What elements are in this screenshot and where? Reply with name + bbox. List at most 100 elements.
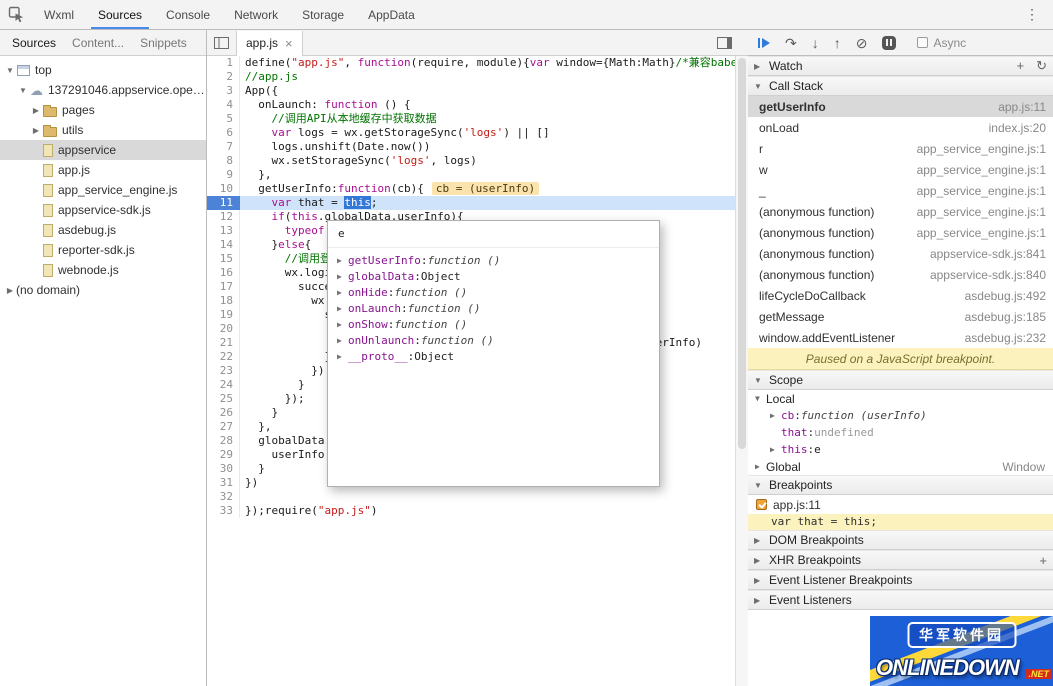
step-out-button[interactable]: ↑ [834,36,841,50]
breakpoint-checkbox[interactable] [756,499,767,510]
call-stack-header[interactable]: ▼ Call Stack [748,76,1053,96]
navigator-overflow-icon[interactable]: ⋮ [195,35,207,51]
line-number[interactable]: 31 [207,476,240,490]
breakpoint-source-line[interactable]: var that = this; [748,514,1053,530]
tab-wxml[interactable]: Wxml [32,0,86,29]
line-number[interactable]: 24 [207,378,240,392]
call-stack-frame[interactable]: (anonymous function)app_service_engine.j… [748,222,1053,243]
tab-network[interactable]: Network [222,0,290,29]
code-line[interactable]: 6 var logs = wx.getStorageSync('logs') |… [207,126,735,140]
code-line[interactable]: 5 //调用API从本地缓存中获取数据 [207,112,735,126]
tree-item[interactable]: webnode.js [0,260,206,280]
editor-tab-appjs[interactable]: app.js × [236,31,303,56]
line-number[interactable]: 18 [207,294,240,308]
code-line[interactable]: 1define("app.js", function(require, modu… [207,56,735,70]
add-watch-icon[interactable]: + [1017,58,1025,74]
scope-header[interactable]: ▼ Scope [748,370,1053,390]
scope-variable[interactable]: ▶cb: function (userInfo) [748,407,1053,424]
left-tab-content[interactable]: Content... [64,36,132,50]
line-number[interactable]: 29 [207,448,240,462]
call-stack-frame[interactable]: _app_service_engine.js:1 [748,180,1053,201]
left-tab-snippets[interactable]: Snippets [132,36,195,50]
tree-item[interactable]: ▶utils [0,120,206,140]
chevron-right-icon[interactable]: ▶ [755,462,766,471]
chevron-down-icon[interactable]: ▼ [754,376,765,385]
chevron-right-icon[interactable]: ▶ [337,288,348,297]
close-tab-icon[interactable]: × [285,36,293,51]
chevron-right-icon[interactable]: ▶ [754,556,765,565]
chevron-right-icon[interactable]: ▶ [337,256,348,265]
refresh-watch-icon[interactable]: ↻ [1036,58,1047,74]
scope-global[interactable]: ▶GlobalWindow [748,458,1053,475]
chevron-down-icon[interactable]: ▼ [754,481,765,490]
line-number[interactable]: 3 [207,84,240,98]
popup-property[interactable]: ▶onHide: function () [328,284,659,300]
line-number[interactable]: 5 [207,112,240,126]
code-line[interactable]: 7 logs.unshift(Date.now()) [207,140,735,154]
tree-item[interactable]: ▶pages [0,100,206,120]
popup-property[interactable]: ▶onLaunch: function () [328,300,659,316]
tree-item[interactable]: app.js [0,160,206,180]
tree-item[interactable]: appservice-sdk.js [0,200,206,220]
popup-property[interactable]: ▶globalData: Object [328,268,659,284]
code-line[interactable]: 2//app.js [207,70,735,84]
code-line[interactable]: 32 [207,490,735,504]
line-number[interactable]: 9 [207,168,240,182]
popup-property[interactable]: ▶onShow: function () [328,316,659,332]
chevron-down-icon[interactable]: ▼ [17,86,29,95]
line-number[interactable]: 26 [207,406,240,420]
call-stack-frame[interactable]: (anonymous function)appservice-sdk.js:84… [748,264,1053,285]
scope-local[interactable]: ▼Local [748,390,1053,407]
code-line[interactable]: 9 }, [207,168,735,182]
line-number[interactable]: 4 [207,98,240,112]
editor-scrollbar[interactable] [735,56,748,686]
overflow-menu-icon[interactable]: ⋮ [1011,6,1053,23]
tree-item[interactable]: reporter-sdk.js [0,240,206,260]
chevron-down-icon[interactable]: ▼ [755,394,766,403]
async-checkbox[interactable] [917,37,928,48]
line-number[interactable]: 20 [207,322,240,336]
chevron-right-icon[interactable]: ▶ [337,320,348,329]
section-xhr-breakpoints[interactable]: ▶XHR Breakpoints+ [748,550,1053,570]
popup-property[interactable]: ▶getUserInfo: function () [328,252,659,268]
tab-storage[interactable]: Storage [290,0,356,29]
line-number[interactable]: 1 [207,56,240,70]
line-number[interactable]: 13 [207,224,240,238]
watch-section-header[interactable]: ▶ Watch + ↻ [748,56,1053,76]
line-number[interactable]: 28 [207,434,240,448]
line-number[interactable]: 23 [207,364,240,378]
deactivate-breakpoints-button[interactable]: ⊘ [856,36,868,50]
tree-item[interactable]: appservice [0,140,206,160]
popup-property[interactable]: ▶__proto__: Object [328,348,659,364]
section-event-listener-breakpoints[interactable]: ▶Event Listener Breakpoints [748,570,1053,590]
line-number[interactable]: 33 [207,504,240,518]
line-number[interactable]: 8 [207,154,240,168]
chevron-right-icon[interactable]: ▶ [754,596,765,605]
breakpoint-entry[interactable]: app.js:11 [748,495,1053,514]
chevron-right-icon[interactable]: ▶ [337,336,348,345]
step-into-button[interactable]: ↓ [812,36,819,50]
chevron-right-icon[interactable]: ▶ [30,106,42,115]
call-stack-frame[interactable]: rapp_service_engine.js:1 [748,138,1053,159]
tree-item[interactable]: asdebug.js [0,220,206,240]
code-line[interactable]: 11 var that = this; [207,196,735,210]
code-line[interactable]: 3App({ [207,84,735,98]
tab-appdata[interactable]: AppData [356,0,427,29]
line-number[interactable]: 12 [207,210,240,224]
call-stack-frame[interactable]: window.addEventListenerasdebug.js:232 [748,327,1053,348]
chevron-right-icon[interactable]: ▶ [30,126,42,135]
chevron-right-icon[interactable]: ▶ [770,411,781,420]
line-number[interactable]: 6 [207,126,240,140]
call-stack-frame[interactable]: (anonymous function)appservice-sdk.js:84… [748,243,1053,264]
chevron-right-icon[interactable]: ▶ [337,352,348,361]
tree-item[interactable]: app_service_engine.js [0,180,206,200]
section-dom-breakpoints[interactable]: ▶DOM Breakpoints [748,530,1053,550]
line-number[interactable]: 10 [207,182,240,196]
line-number[interactable]: 15 [207,252,240,266]
scrollbar-thumb[interactable] [738,58,746,449]
tab-sources[interactable]: Sources [86,0,154,29]
code-line[interactable]: 33});require("app.js") [207,504,735,518]
chevron-down-icon[interactable]: ▼ [754,82,765,91]
call-stack-frame[interactable]: (anonymous function)app_service_engine.j… [748,201,1053,222]
breakpoints-header[interactable]: ▼ Breakpoints [748,475,1053,495]
